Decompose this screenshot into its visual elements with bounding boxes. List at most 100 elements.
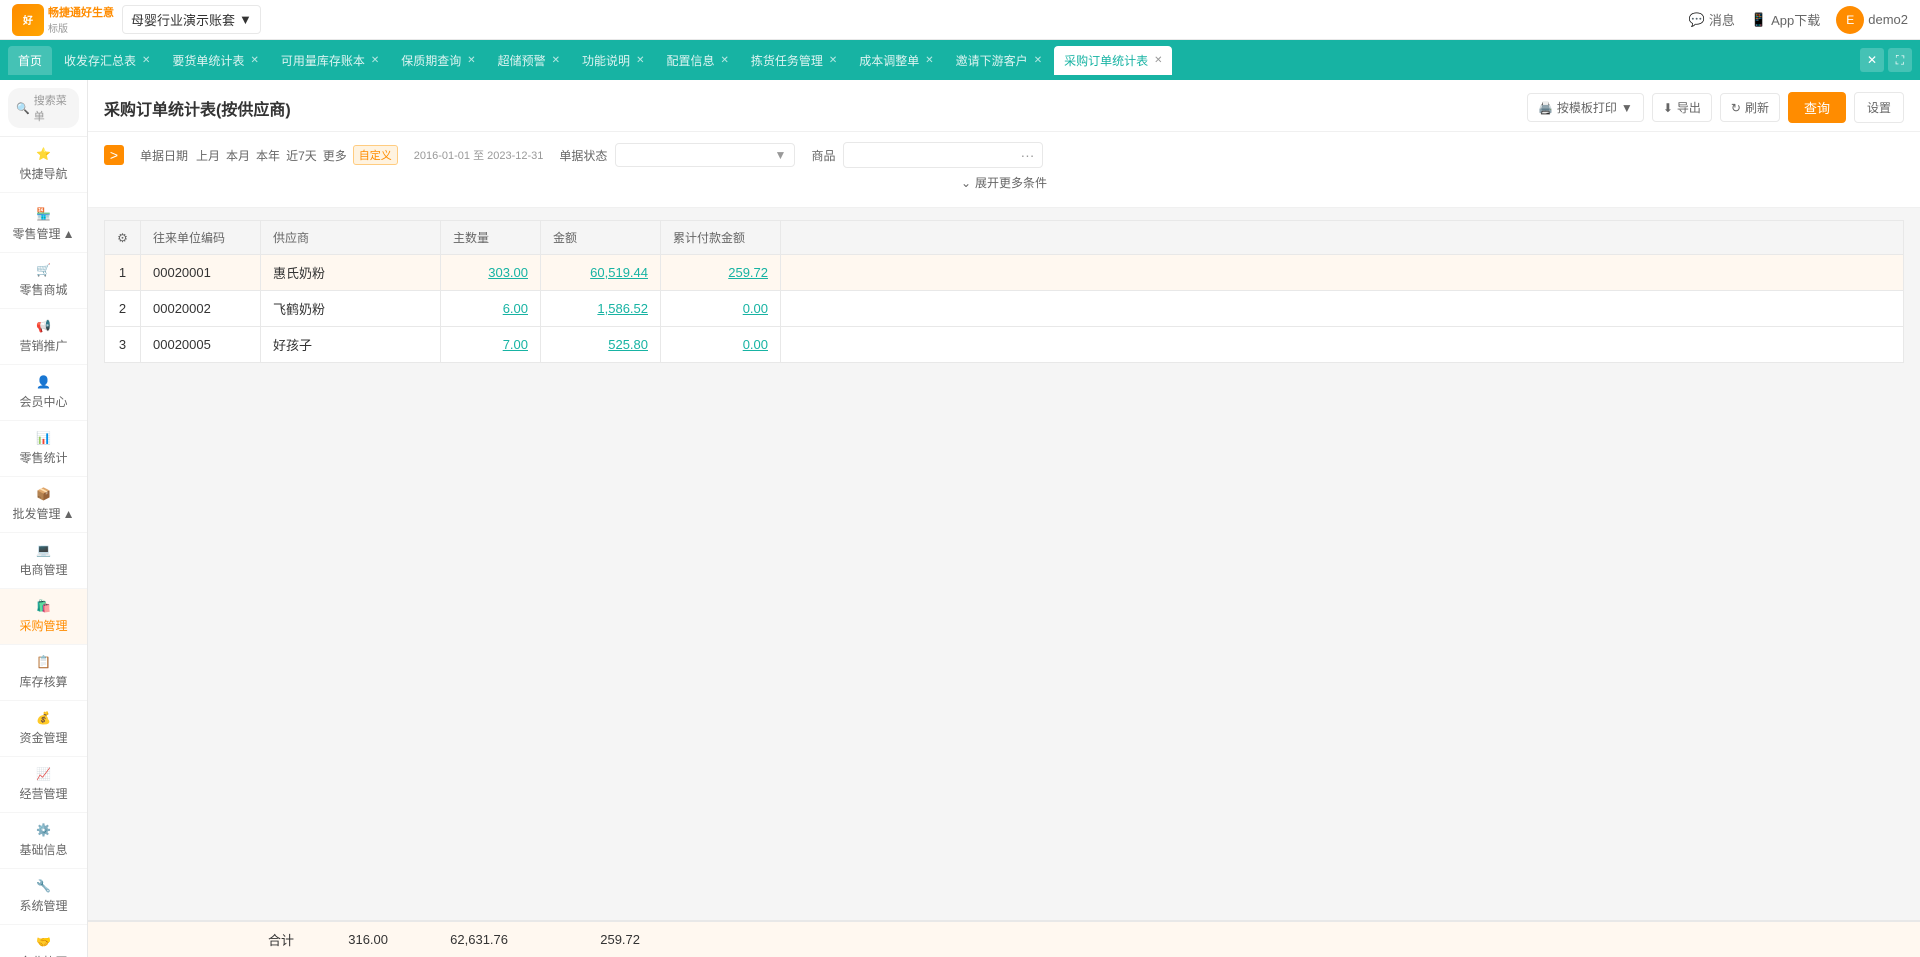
sidebar-item-caigou[interactable]: 🛍️ 采购管理	[0, 589, 87, 645]
tab-caigou-active[interactable]: 采购订单统计表 ✕	[1054, 46, 1172, 75]
tab-keyongliang[interactable]: 可用量库存账本 ✕	[271, 46, 389, 75]
row-amount[interactable]: 1,586.52	[541, 291, 661, 327]
top-bar-right: 💬 消息 📱 App下载 E demo2	[1689, 6, 1908, 34]
sidebar-item-jingying[interactable]: 📈 经营管理	[0, 757, 87, 813]
date-range-item: 2016-01-01 至 2023-12-31	[414, 147, 544, 163]
date-shortcut-lastmonth[interactable]: 上月	[196, 147, 220, 164]
table-row: 1 00020001 惠氏奶粉 303.00 60,519.44 259.72	[105, 255, 1904, 291]
date-shortcuts: 上月 本月 本年 近7天 更多 自定义	[196, 145, 398, 165]
nav-close-button[interactable]: ✕	[1860, 48, 1884, 72]
row-qty[interactable]: 6.00	[441, 291, 541, 327]
sidebar-item-zijin[interactable]: 💰 资金管理	[0, 701, 87, 757]
date-shortcut-7days[interactable]: 近7天	[286, 147, 317, 164]
close-icon[interactable]: ✕	[1154, 55, 1162, 66]
row-code: 00020002	[141, 291, 261, 327]
tab-peizhi[interactable]: 配置信息 ✕	[656, 46, 738, 75]
table-body: 1 00020001 惠氏奶粉 303.00 60,519.44 259.72 …	[105, 255, 1904, 363]
close-icon[interactable]: ✕	[371, 55, 379, 66]
sidebar-item-xitong[interactable]: 🔧 系统管理	[0, 869, 87, 925]
row-qty[interactable]: 303.00	[441, 255, 541, 291]
tab-chengben[interactable]: 成本调整单 ✕	[849, 46, 943, 75]
wholesale-icon: 📦	[36, 487, 51, 501]
close-icon[interactable]: ✕	[720, 55, 728, 66]
row-qty[interactable]: 7.00	[441, 327, 541, 363]
refresh-button[interactable]: ↻ 刷新	[1720, 93, 1780, 122]
status-select[interactable]: ▼	[615, 143, 795, 167]
message-button[interactable]: 💬 消息	[1689, 10, 1735, 29]
tab-home[interactable]: 首页	[8, 46, 52, 75]
sidebar-item-yingxiao[interactable]: 📢 营销推广	[0, 309, 87, 365]
close-icon[interactable]: ✕	[250, 55, 258, 66]
query-button[interactable]: 查询	[1788, 92, 1846, 123]
row-num: 2	[105, 291, 141, 327]
row-amount[interactable]: 525.80	[541, 327, 661, 363]
tab-gongneng[interactable]: 功能说明 ✕	[572, 46, 654, 75]
search-icon: 🔍	[16, 102, 30, 115]
page-title: 采购订单统计表(按供应商)	[104, 96, 291, 120]
nav-maximize-button[interactable]: ⛶	[1888, 48, 1912, 72]
app-icon: 📱	[1751, 12, 1767, 28]
sidebar-item-lingshoutj[interactable]: 📊 零售统计	[0, 421, 87, 477]
sidebar-item-huiyuan[interactable]: 👤 会员中心	[0, 365, 87, 421]
close-icon[interactable]: ✕	[142, 55, 150, 66]
sidebar-item-dianshang[interactable]: 💻 电商管理	[0, 533, 87, 589]
footer-qty: 316.00	[300, 932, 400, 947]
tab-baozhi[interactable]: 保质期查询 ✕	[391, 46, 485, 75]
workspace-selector[interactable]: 母婴行业演示账套 ▼	[122, 5, 261, 34]
tab-yaohuo[interactable]: 要货单统计表 ✕	[162, 46, 268, 75]
date-shortcut-thismonth[interactable]: 本月	[226, 147, 250, 164]
filter-toggle-button[interactable]: >	[104, 145, 124, 165]
close-icon[interactable]: ✕	[467, 55, 475, 66]
date-filter-item: 单据日期 上月 本月 本年 近7天 更多 自定义	[140, 145, 398, 165]
close-icon[interactable]: ✕	[925, 55, 933, 66]
row-num: 1	[105, 255, 141, 291]
export-button[interactable]: ⬇ 导出	[1652, 93, 1712, 122]
settings-button[interactable]: 设置	[1854, 92, 1904, 123]
sidebar-search[interactable]: 🔍 搜索菜单	[0, 80, 87, 137]
goods-filter-item: 商品 ···	[811, 142, 1043, 168]
row-amount[interactable]: 60,519.44	[541, 255, 661, 291]
sidebar-item-lingshouguan[interactable]: 🏪 零售管理 ▲	[0, 197, 87, 253]
user-avatar[interactable]: E demo2	[1836, 6, 1908, 34]
app-download-button[interactable]: 📱 App下载	[1751, 10, 1820, 29]
close-icon[interactable]: ✕	[636, 55, 644, 66]
sidebar-item-lingshoucheng[interactable]: 🛒 零售商城	[0, 253, 87, 309]
ecommerce-icon: 💻	[36, 543, 51, 557]
stats-icon: 📊	[36, 431, 51, 445]
sidebar-item-pifaguanli[interactable]: 📦 批发管理 ▲	[0, 477, 87, 533]
row-extra	[781, 255, 1904, 291]
status-filter-item: 单据状态 ▼	[559, 143, 795, 167]
date-shortcut-thisyear[interactable]: 本年	[256, 147, 280, 164]
data-table: ⚙ 往来单位编码 供应商 主数量 金额 累计付款金额 1 00020001 惠氏…	[104, 220, 1904, 363]
chevron-down-icon: ⌄	[961, 176, 971, 190]
message-icon: 💬	[1689, 12, 1705, 28]
marketing-icon: 📢	[36, 319, 51, 333]
goods-input[interactable]: ···	[843, 142, 1043, 168]
close-icon[interactable]: ✕	[829, 55, 837, 66]
sidebar-item-jichu[interactable]: ⚙️ 基础信息	[0, 813, 87, 869]
search-input-box[interactable]: 🔍 搜索菜单	[8, 88, 79, 128]
inventory-icon: 📋	[36, 655, 51, 669]
logo-icon: 好	[12, 4, 44, 36]
col-header-qty: 主数量	[441, 221, 541, 255]
tab-shoufacun[interactable]: 收发存汇总表 ✕	[54, 46, 160, 75]
sidebar-item-kucun[interactable]: 📋 库存核算	[0, 645, 87, 701]
date-shortcut-more[interactable]: 更多	[323, 147, 347, 164]
row-paid[interactable]: 0.00	[661, 327, 781, 363]
member-icon: 👤	[36, 375, 51, 389]
expand-filter-button[interactable]: ⌄ 展开更多条件	[104, 168, 1904, 197]
nav-actions: ✕ ⛶	[1860, 48, 1912, 72]
close-icon[interactable]: ✕	[552, 55, 560, 66]
sidebar-item-quicknav[interactable]: ⭐ 快捷导航	[0, 137, 87, 193]
tab-chaochuyujing[interactable]: 超储预警 ✕	[488, 46, 570, 75]
tab-yaoqing[interactable]: 邀请下游客户 ✕	[946, 46, 1052, 75]
col-header-extra	[781, 221, 1904, 255]
close-icon[interactable]: ✕	[1034, 55, 1042, 66]
print-button[interactable]: 🖨️ 按模板打印 ▼	[1527, 93, 1644, 122]
row-paid[interactable]: 259.72	[661, 255, 781, 291]
sidebar-item-qiyexietong[interactable]: 🤝 企业协同	[0, 925, 87, 957]
col-header-settings[interactable]: ⚙	[105, 221, 141, 255]
tab-jianhuo[interactable]: 拣货任务管理 ✕	[741, 46, 847, 75]
row-paid[interactable]: 0.00	[661, 291, 781, 327]
row-supplier: 飞鹤奶粉	[261, 291, 441, 327]
